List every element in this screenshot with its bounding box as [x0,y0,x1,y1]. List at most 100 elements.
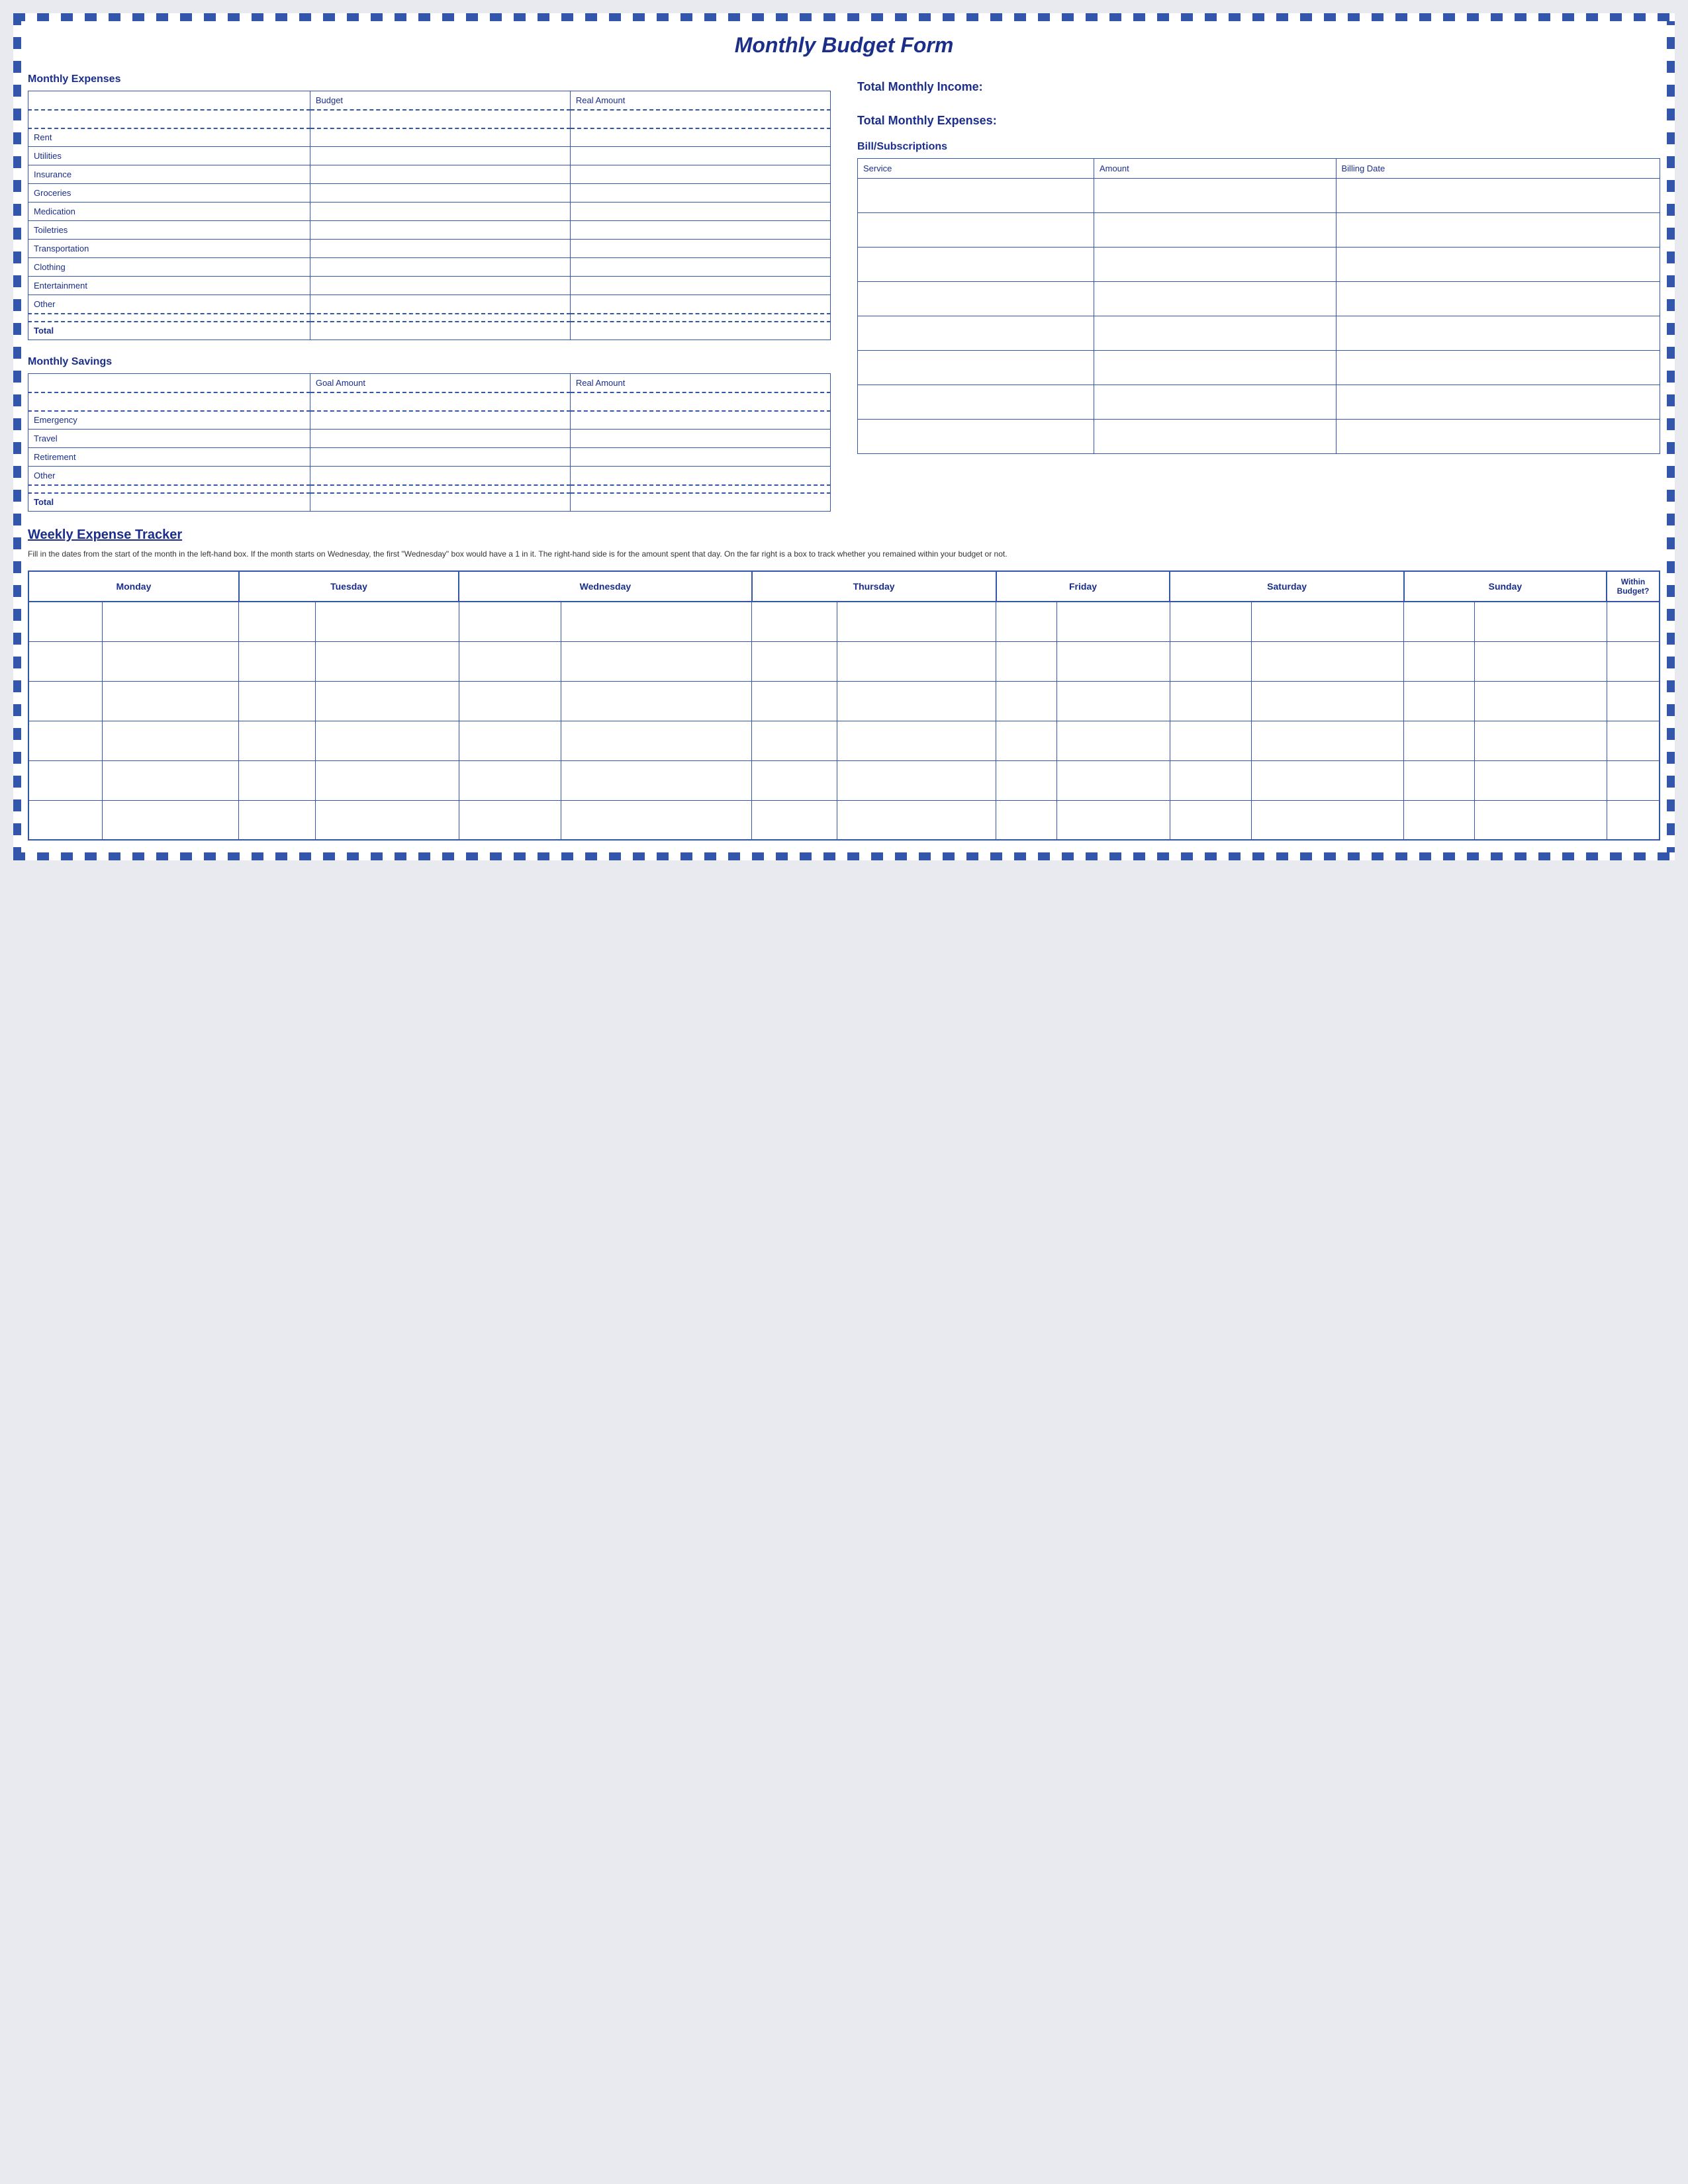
weekly-amount[interactable] [316,642,458,681]
weekly-date-number[interactable] [239,801,316,840]
bills-service[interactable] [858,213,1094,248]
weekly-date-number[interactable] [459,642,561,681]
weekly-date-number[interactable] [1170,761,1252,800]
weekly-within-budget-cell-3[interactable] [1607,721,1660,760]
weekly-date-number[interactable] [752,801,837,840]
weekly-amount[interactable] [837,642,996,681]
expenses-row-real[interactable] [570,147,830,165]
weekly-amount[interactable] [837,682,996,721]
expenses-row-budget[interactable] [310,184,570,203]
expenses-row-budget[interactable] [310,277,570,295]
bills-amount[interactable] [1094,351,1336,385]
weekly-amount[interactable] [837,801,996,840]
savings-row-goal[interactable] [310,411,570,430]
weekly-amount[interactable] [103,642,239,681]
savings-row-goal[interactable] [310,430,570,448]
weekly-amount[interactable] [1057,761,1170,800]
savings-row-real[interactable] [570,430,830,448]
weekly-amount[interactable] [1475,682,1606,721]
weekly-date-number[interactable] [239,602,316,641]
weekly-amount[interactable] [1057,642,1170,681]
expenses-row-budget[interactable] [310,203,570,221]
weekly-amount[interactable] [103,761,239,800]
bills-service[interactable] [858,248,1094,282]
weekly-amount[interactable] [1252,602,1403,641]
weekly-amount[interactable] [103,721,239,760]
weekly-amount[interactable] [837,721,996,760]
weekly-date-number[interactable] [239,642,316,681]
expenses-row-real[interactable] [570,258,830,277]
weekly-date-number[interactable] [459,761,561,800]
weekly-date-number[interactable] [459,801,561,840]
weekly-date-number[interactable] [29,642,103,681]
expenses-row-real[interactable] [570,184,830,203]
weekly-within-budget-cell-1[interactable] [1607,641,1660,681]
weekly-amount[interactable] [1475,642,1606,681]
weekly-amount[interactable] [1057,682,1170,721]
bills-service[interactable] [858,316,1094,351]
bills-service[interactable] [858,282,1094,316]
bills-service[interactable] [858,385,1094,420]
weekly-amount[interactable] [561,642,751,681]
bills-billing-date[interactable] [1336,179,1660,213]
weekly-amount[interactable] [1475,801,1606,840]
savings-row-real[interactable] [570,411,830,430]
weekly-within-budget-cell-5[interactable] [1607,800,1660,840]
weekly-amount[interactable] [1252,721,1403,760]
savings-row-real[interactable] [570,448,830,467]
weekly-date-number[interactable] [752,682,837,721]
expenses-row-budget[interactable] [310,221,570,240]
weekly-amount[interactable] [837,602,996,641]
bills-amount[interactable] [1094,316,1336,351]
weekly-amount[interactable] [1475,761,1606,800]
weekly-amount[interactable] [561,761,751,800]
bills-amount[interactable] [1094,420,1336,454]
weekly-amount[interactable] [1475,721,1606,760]
bills-amount[interactable] [1094,179,1336,213]
weekly-date-number[interactable] [1170,642,1252,681]
weekly-date-number[interactable] [1404,642,1475,681]
bills-billing-date[interactable] [1336,248,1660,282]
weekly-date-number[interactable] [1170,801,1252,840]
weekly-date-number[interactable] [1404,801,1475,840]
weekly-amount[interactable] [316,602,458,641]
expenses-row-real[interactable] [570,221,830,240]
expenses-total-real[interactable] [570,322,830,340]
weekly-date-number[interactable] [996,682,1057,721]
expenses-row-real[interactable] [570,295,830,314]
weekly-date-number[interactable] [239,761,316,800]
bills-amount[interactable] [1094,248,1336,282]
weekly-within-budget-cell-2[interactable] [1607,681,1660,721]
weekly-amount[interactable] [1057,721,1170,760]
expenses-row-budget[interactable] [310,128,570,147]
expenses-row-real[interactable] [570,277,830,295]
weekly-amount[interactable] [316,721,458,760]
weekly-amount[interactable] [837,761,996,800]
expenses-row-budget[interactable] [310,295,570,314]
savings-row-goal[interactable] [310,467,570,485]
weekly-amount[interactable] [103,682,239,721]
weekly-date-number[interactable] [996,642,1057,681]
bills-amount[interactable] [1094,385,1336,420]
weekly-amount[interactable] [1252,761,1403,800]
bills-billing-date[interactable] [1336,282,1660,316]
weekly-amount[interactable] [1252,801,1403,840]
weekly-date-number[interactable] [752,642,837,681]
weekly-amount[interactable] [561,682,751,721]
bills-service[interactable] [858,179,1094,213]
savings-row-goal[interactable] [310,448,570,467]
weekly-amount[interactable] [103,602,239,641]
weekly-amount[interactable] [1252,682,1403,721]
weekly-within-budget-cell-4[interactable] [1607,760,1660,800]
weekly-date-number[interactable] [459,721,561,760]
weekly-date-number[interactable] [1170,682,1252,721]
weekly-date-number[interactable] [996,801,1057,840]
bills-billing-date[interactable] [1336,420,1660,454]
bills-amount[interactable] [1094,282,1336,316]
weekly-date-number[interactable] [239,682,316,721]
bills-service[interactable] [858,351,1094,385]
weekly-amount[interactable] [1475,602,1606,641]
weekly-date-number[interactable] [29,682,103,721]
weekly-date-number[interactable] [29,761,103,800]
weekly-date-number[interactable] [996,602,1057,641]
